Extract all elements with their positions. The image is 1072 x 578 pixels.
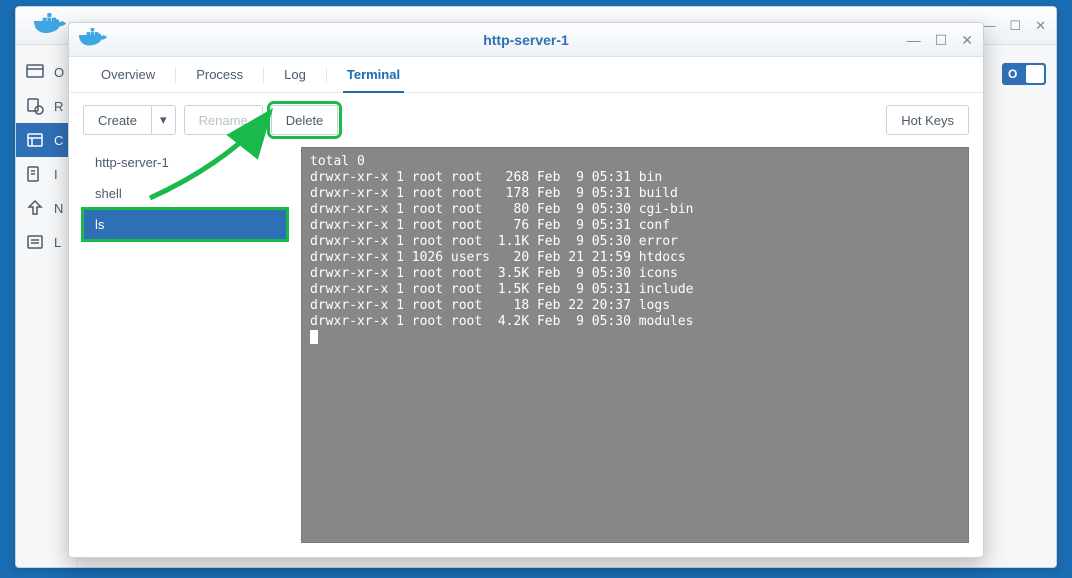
docker-logo-icon [79,28,107,50]
session-item[interactable]: shell [83,178,287,209]
create-button-group: Create ▾ [83,105,176,135]
toggle-knob [1026,65,1044,83]
sidebar-item-label: L [54,235,61,250]
session-item[interactable]: http-server-1 [83,147,287,178]
parent-top-right: O [1002,63,1046,85]
chevron-down-icon: ▾ [160,112,167,128]
registry-icon [26,97,44,115]
parent-window-controls: — ☐ ✕ [982,18,1046,34]
network-icon [26,199,44,217]
toggle-on-label: O [1008,67,1017,81]
sidebar-item-label: O [54,65,64,80]
terminal-output[interactable]: total 0 drwxr-xr-x 1 root root 268 Feb 9… [301,147,969,543]
terminal-session-list: http-server-1 shell ls [83,147,287,543]
hot-keys-button[interactable]: Hot Keys [886,105,969,135]
container-detail-dialog: http-server-1 — ☐ ✕ Overview Process Log… [68,22,984,558]
image-icon [26,165,44,183]
overview-icon [26,63,44,81]
terminal-toolbar: Create ▾ Rename Delete Hot Keys [69,93,983,147]
container-icon [26,131,44,149]
parent-minimize-button[interactable]: — [982,18,995,33]
create-dropdown-button[interactable]: ▾ [151,105,176,135]
tab-log[interactable]: Log [266,58,324,92]
sidebar-item-label: N [54,201,63,216]
tab-separator [326,67,327,83]
dialog-minimize-button[interactable]: — [907,32,921,48]
tab-overview[interactable]: Overview [83,58,173,92]
sidebar-item-label: R [54,99,63,114]
log-icon [26,233,44,251]
dialog-header: http-server-1 — ☐ ✕ [69,23,983,57]
parent-close-button[interactable]: ✕ [1035,18,1046,34]
delete-button[interactable]: Delete [271,105,339,135]
docker-logo-icon [34,13,66,37]
tab-process[interactable]: Process [178,58,261,92]
dialog-maximize-button[interactable]: ☐ [935,32,948,49]
dialog-close-button[interactable]: ✕ [961,32,973,49]
parent-maximize-button[interactable]: ☐ [1009,18,1021,34]
sidebar-item-label: C [54,133,63,148]
dialog-tabs: Overview Process Log Terminal [69,57,983,93]
tab-separator [175,67,176,83]
rename-button[interactable]: Rename [184,105,263,135]
create-button[interactable]: Create [83,105,151,135]
tab-terminal[interactable]: Terminal [329,58,418,92]
running-toggle[interactable]: O [1002,63,1046,85]
dialog-title: http-server-1 [483,32,569,48]
tab-separator [263,67,264,83]
sidebar-item-label: I [54,167,58,182]
session-item[interactable]: ls [83,209,287,240]
